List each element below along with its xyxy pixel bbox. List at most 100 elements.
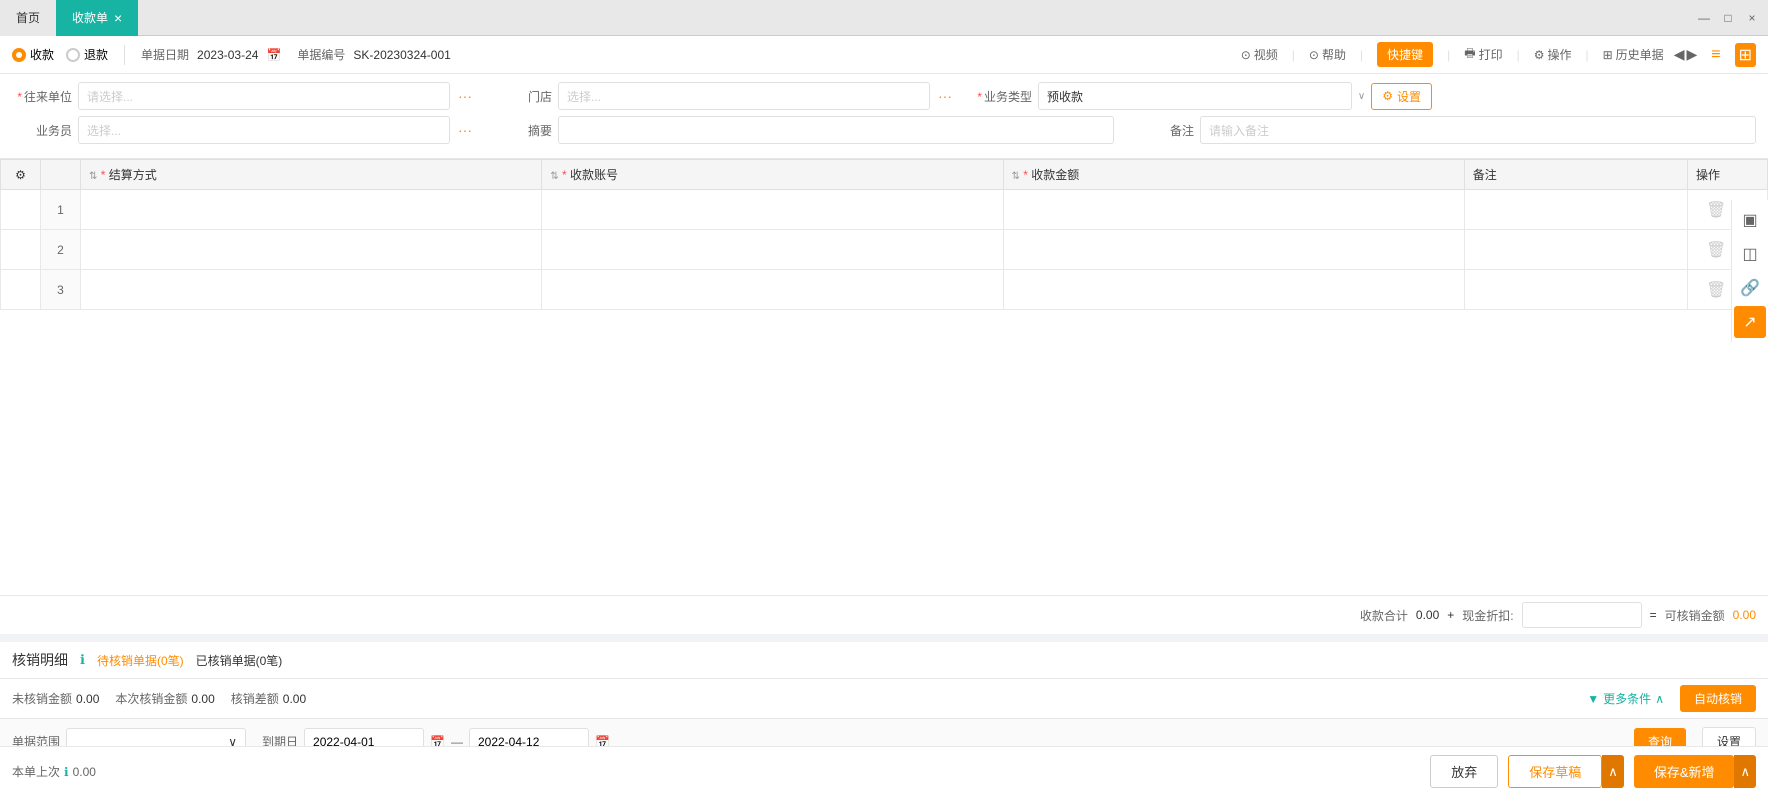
biz-type-input[interactable]: 预收款 bbox=[1038, 82, 1352, 110]
tab-home-label: 首页 bbox=[16, 9, 40, 26]
save-draft-btn[interactable]: 保存草稿 bbox=[1508, 755, 1602, 788]
settings-label: 设置 bbox=[1397, 88, 1421, 105]
discount-input[interactable] bbox=[1522, 602, 1642, 628]
row-2-settlement[interactable] bbox=[81, 230, 542, 270]
save-draft-chevron-btn[interactable]: ∧ bbox=[1602, 755, 1624, 788]
biz-type-value: 预收款 bbox=[1047, 88, 1083, 105]
table-row: 3 🗑 ⊕ bbox=[1, 270, 1768, 310]
col-rownum-header bbox=[41, 160, 81, 190]
help-link[interactable]: ⊙ 帮助 bbox=[1309, 46, 1346, 63]
layout-icon[interactable]: ≡ bbox=[1711, 46, 1720, 64]
form-section: 往来单位 请选择... ··· 门店 选择... ··· 业务类型 预收款 bbox=[0, 74, 1768, 159]
diff-label: 核销差额 bbox=[231, 690, 279, 707]
radio-receipt-label: 收款 bbox=[30, 46, 54, 63]
counterpart-label: 往来单位 bbox=[12, 88, 72, 105]
col-remark-label: 备注 bbox=[1473, 168, 1497, 182]
settings-button[interactable]: ⚙ 设置 bbox=[1371, 83, 1432, 110]
video-link[interactable]: ⊙ 视频 bbox=[1241, 46, 1278, 63]
counterpart-input[interactable]: 请选择... bbox=[78, 82, 450, 110]
store-more-btn[interactable]: ··· bbox=[938, 88, 952, 104]
summary-input[interactable] bbox=[558, 116, 1114, 144]
row-2-account[interactable] bbox=[542, 230, 1003, 270]
row-2-gear bbox=[1, 230, 41, 270]
window-minimize-btn[interactable]: — bbox=[1696, 10, 1712, 26]
row-2-amount[interactable] bbox=[1003, 230, 1464, 270]
salesperson-label: 业务员 bbox=[12, 122, 72, 139]
tab-receipt[interactable]: 收款单 × bbox=[56, 0, 138, 36]
row-3-remark[interactable] bbox=[1464, 270, 1687, 310]
radio-refund[interactable]: 退款 bbox=[66, 46, 108, 63]
auto-verify-btn[interactable]: 自动核销 bbox=[1680, 685, 1756, 712]
radio-receipt[interactable]: 收款 bbox=[12, 46, 54, 63]
counterpart-more-btn[interactable]: ··· bbox=[458, 88, 472, 104]
remark-field: 备注 请输入备注 bbox=[1134, 116, 1756, 144]
shortcut-btn[interactable]: 快捷键 bbox=[1377, 42, 1433, 67]
row-3-settlement[interactable] bbox=[81, 270, 542, 310]
salesperson-field: 业务员 选择... ··· bbox=[12, 116, 472, 144]
row-1-amount[interactable] bbox=[1003, 190, 1464, 230]
doc-date-value: 2023-03-24 bbox=[197, 48, 258, 62]
diff-stat: 核销差额 0.00 bbox=[231, 690, 306, 707]
window-maximize-btn[interactable]: □ bbox=[1720, 10, 1736, 26]
row-2-remark[interactable] bbox=[1464, 230, 1687, 270]
current-stat: 本次核销金额 0.00 bbox=[115, 690, 214, 707]
row-2-delete-icon[interactable]: 🗑 bbox=[1706, 242, 1726, 259]
row-1-remark[interactable] bbox=[1464, 190, 1687, 230]
row-1-account[interactable] bbox=[542, 190, 1003, 230]
store-input[interactable]: 选择... bbox=[558, 82, 930, 110]
more-conditions-label: 更多条件 bbox=[1603, 690, 1651, 707]
row-1-delete-icon[interactable]: 🗑 bbox=[1706, 202, 1726, 219]
sidebar-link-icon[interactable]: 🔗 bbox=[1734, 272, 1766, 304]
footer-info-icon[interactable]: ℹ bbox=[64, 765, 69, 779]
remark-label: 备注 bbox=[1134, 122, 1194, 139]
salesperson-input[interactable]: 选择... bbox=[78, 116, 450, 144]
row-3-delete-icon[interactable]: 🗑 bbox=[1706, 282, 1726, 299]
salesperson-placeholder: 选择... bbox=[87, 122, 121, 139]
more-conditions-btn[interactable]: ▼ 更多条件 ∧ bbox=[1587, 690, 1664, 707]
sidebar-list-icon[interactable]: ◫ bbox=[1734, 238, 1766, 270]
row-1-settlement[interactable] bbox=[81, 190, 542, 230]
print-link[interactable]: 🖶 打印 bbox=[1464, 44, 1502, 65]
equals-sign: = bbox=[1650, 608, 1657, 622]
history-link[interactable]: ⊞ 历史单据 bbox=[1603, 46, 1664, 63]
row-3-account[interactable] bbox=[542, 270, 1003, 310]
remark-input[interactable]: 请输入备注 bbox=[1200, 116, 1756, 144]
sidebar-table-icon[interactable]: ▣ bbox=[1734, 204, 1766, 236]
biz-type-chevron-icon[interactable]: ∨ bbox=[1358, 91, 1365, 102]
completed-tab[interactable]: 已核销单据(0笔) bbox=[196, 652, 283, 669]
tab-bar: 首页 收款单 × — □ × bbox=[0, 0, 1768, 36]
sort-icon: ⇅ bbox=[89, 171, 97, 182]
row-3-amount[interactable] bbox=[1003, 270, 1464, 310]
save-new-group: 保存&新增 ∧ bbox=[1634, 755, 1756, 788]
salesperson-more-btn[interactable]: ··· bbox=[458, 122, 472, 138]
col-ops-header: 操作 bbox=[1688, 160, 1768, 190]
row-3-gear bbox=[1, 270, 41, 310]
abandon-btn[interactable]: 放弃 bbox=[1430, 755, 1498, 788]
doc-date-calendar-icon[interactable]: 📅 bbox=[266, 48, 281, 62]
total-label: 收款合计 bbox=[1360, 607, 1408, 624]
tab-home[interactable]: 首页 bbox=[0, 0, 56, 36]
toolbar-divider bbox=[124, 45, 125, 65]
row-2-num: 2 bbox=[41, 230, 81, 270]
col-gear-header[interactable]: ⚙ bbox=[1, 160, 41, 190]
sidebar-expand-icon[interactable]: ↗ bbox=[1734, 306, 1766, 338]
footer-actions: 放弃 保存草稿 ∧ 保存&新增 ∧ bbox=[1430, 755, 1756, 788]
footer-bar: 本单上次 ℹ 0.00 放弃 保存草稿 ∧ 保存&新增 ∧ bbox=[0, 746, 1768, 796]
verification-info-icon[interactable]: ℹ bbox=[80, 652, 85, 668]
total-value: 0.00 bbox=[1416, 608, 1439, 622]
operation-link[interactable]: ⚙ 操作 bbox=[1534, 46, 1572, 63]
summary-field: 摘要 bbox=[492, 116, 1114, 144]
nav-next-icon[interactable]: ▶ bbox=[1686, 46, 1697, 63]
save-new-btn[interactable]: 保存&新增 bbox=[1634, 755, 1735, 788]
plus-sign: + bbox=[1447, 608, 1454, 622]
doc-no-value: SK-20230324-001 bbox=[353, 48, 450, 62]
unverified-label: 未核销金额 bbox=[12, 690, 72, 707]
window-close-btn[interactable]: × bbox=[1744, 10, 1760, 26]
gear-icon: ⚙ bbox=[1382, 89, 1393, 103]
layout2-icon[interactable]: ⊞ bbox=[1735, 43, 1756, 67]
doc-date-label: 单据日期 bbox=[141, 46, 189, 63]
tab-close-icon[interactable]: × bbox=[114, 10, 122, 26]
save-new-chevron-btn[interactable]: ∧ bbox=[1734, 755, 1756, 788]
nav-prev-icon[interactable]: ◀ bbox=[1674, 46, 1685, 63]
pending-tab[interactable]: 待核销单据(0笔) bbox=[97, 652, 184, 669]
